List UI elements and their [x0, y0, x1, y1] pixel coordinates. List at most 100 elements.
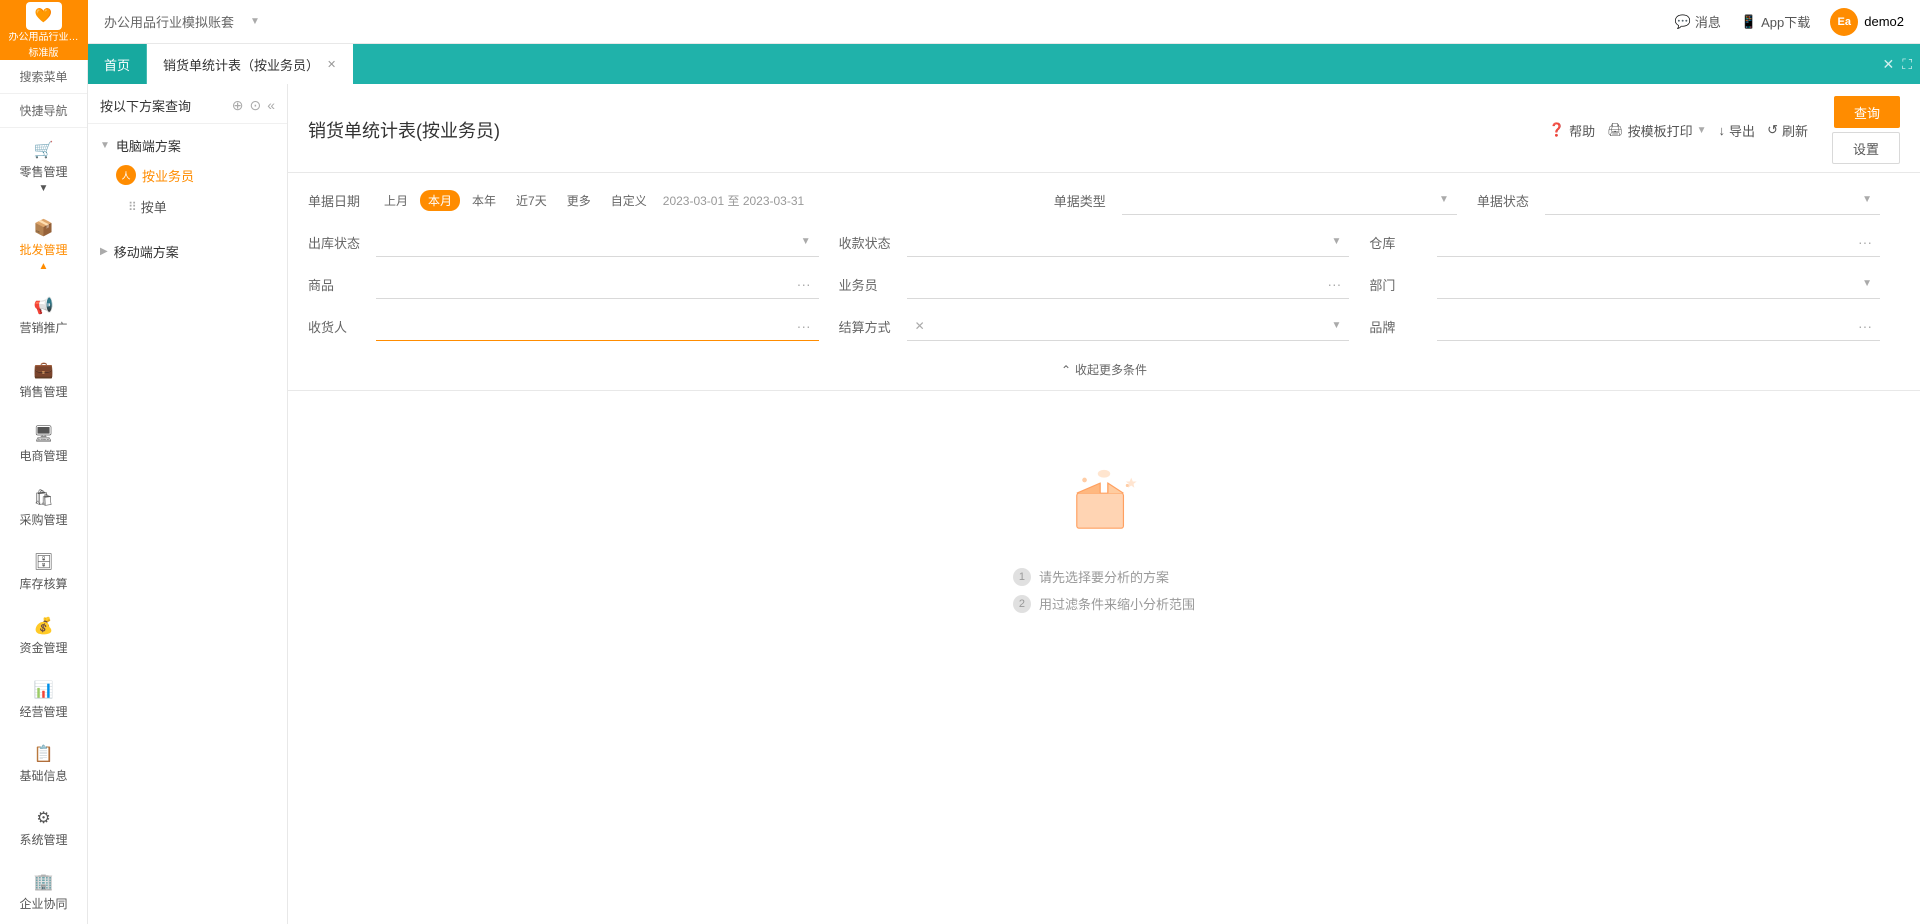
goods-input[interactable]: ··· [376, 269, 819, 299]
sidebar-item-corp[interactable]: 🏢 企业协同 [0, 860, 87, 924]
left-panel: 按以下方案查询 ⊕ ⊙ « ▼ 电脑端方案 人 按业务员 ⠿ 按单 [88, 84, 288, 924]
system-icon: ⚙ [36, 808, 50, 828]
print-label: 按模板打印 [1628, 121, 1693, 140]
tab-sales-stat[interactable]: 销货单统计表（按业务员） ✕ [147, 44, 353, 84]
filter-btns: 查询 设置 [1820, 96, 1900, 164]
refresh-label: 刷新 [1782, 121, 1808, 140]
filter-row-3: 商品 ··· 业务员 ··· 部门 ▼ [308, 269, 1900, 299]
sidebar-item-sales[interactable]: 💼 销售管理 [0, 348, 87, 412]
logo-sub: 标准版 [29, 44, 59, 59]
logo-text: 办公用品行业模拟账套 [9, 32, 79, 44]
content-area: 1 请先选择要分析的方案 2 用过滤条件来缩小分析范围 [288, 391, 1920, 924]
receiver-label: 收货人 [308, 317, 368, 336]
warehouse-dots-icon: ··· [1858, 234, 1872, 250]
sidebar-item-retail[interactable]: 🛒 零售管理 ▼ [0, 128, 87, 206]
settlement-input[interactable]: ✕ ▼ [907, 311, 1350, 341]
filter-row-1: 单据日期 上月 本月 本年 近7天 更多 自定义 2023-03-01 至 20… [308, 185, 1900, 215]
purchase-icon: 🛍 [33, 488, 53, 508]
receiptstatus-arrow-icon: ▼ [1331, 236, 1341, 247]
scheme-group-desktop-title[interactable]: ▼ 电脑端方案 [88, 132, 287, 159]
brand-input[interactable]: ··· [1437, 311, 1880, 341]
topbar-app-btn[interactable]: 📱 App下载 [1741, 12, 1810, 31]
add-scheme-icon[interactable]: ⊕ [232, 97, 244, 114]
breadcrumb-arrow: ▼ [250, 16, 260, 27]
scheme-group-mobile-title[interactable]: ▶ 移动端方案 [88, 238, 287, 265]
settings-button[interactable]: 设置 [1832, 132, 1900, 164]
settings-scheme-icon[interactable]: ⊙ [249, 97, 261, 114]
print-icon: 🖨 [1607, 122, 1624, 138]
page-header-actions: ❓ 帮助 🖨 按模板打印 ▼ ↓ 导出 ↺ 刷新 [1549, 96, 1900, 164]
page-content: 按以下方案查询 ⊕ ⊙ « ▼ 电脑端方案 人 按业务员 ⠿ 按单 [88, 84, 1920, 924]
date-tab-lastmonth[interactable]: 上月 [376, 190, 416, 211]
tip-num-2: 2 [1013, 595, 1031, 613]
page-header: 销货单统计表(按业务员) ❓ 帮助 🖨 按模板打印 ▼ ↓ 导出 [288, 84, 1920, 173]
query-button[interactable]: 查询 [1834, 96, 1900, 128]
expand-window-icon[interactable]: ⛶ [1902, 56, 1912, 73]
date-tab-thismonth[interactable]: 本月 [420, 190, 460, 211]
print-btn[interactable]: 🖨 按模板打印 ▼ [1607, 121, 1706, 140]
tabbar-actions: ✕ ⛶ [1882, 56, 1920, 73]
home-tab-label: 首页 [104, 55, 130, 74]
date-filter: 上月 本月 本年 近7天 更多 自定义 2023-03-01 至 2023-03… [376, 190, 804, 211]
sidebar-item-inventory[interactable]: 🗄 库存核算 [0, 540, 87, 604]
salesperson-input[interactable]: ··· [907, 269, 1350, 299]
date-tab-thisyear[interactable]: 本年 [464, 190, 504, 211]
dept-input[interactable]: ▼ [1437, 269, 1880, 299]
sidebar-search[interactable]: 搜索菜单 [0, 60, 87, 94]
collapse-label: 收起更多条件 [1075, 361, 1147, 378]
filter-item-outstatus: 出库状态 ▼ [308, 227, 839, 257]
refresh-btn[interactable]: ↺ 刷新 [1767, 121, 1808, 140]
collapse-button[interactable]: ⌃ 收起更多条件 [1061, 361, 1147, 378]
sidebar-item-purchase[interactable]: 🛍 采购管理 [0, 476, 87, 540]
receiptstatus-label: 收款状态 [839, 233, 899, 252]
help-btn[interactable]: ❓ 帮助 [1549, 121, 1595, 140]
scheme-item-salesperson[interactable]: 人 按业务员 [88, 159, 287, 191]
receiver-input[interactable]: ··· [376, 311, 819, 341]
sidebar-item-marketing[interactable]: 📢 营销推广 [0, 284, 87, 348]
sidebar-item-ops[interactable]: 📊 经营管理 [0, 668, 87, 732]
sidebar-item-finance[interactable]: 💰 资金管理 [0, 604, 87, 668]
date-tab-7days[interactable]: 近7天 [508, 190, 555, 211]
topbar-user[interactable]: Ea demo2 [1830, 8, 1904, 36]
print-arrow-icon: ▼ [1697, 125, 1707, 136]
left-panel-header: 按以下方案查询 ⊕ ⊙ « [88, 96, 287, 124]
settlement-clear-icon[interactable]: ✕ [915, 319, 925, 333]
scheme-item-order[interactable]: ⠿ 按单 [88, 191, 287, 222]
date-tab-custom[interactable]: 自定义 [603, 190, 655, 211]
empty-tips: 1 请先选择要分析的方案 2 用过滤条件来缩小分析范围 [1013, 567, 1195, 613]
date-range-value: 2023-03-01 至 2023-03-31 [663, 192, 804, 209]
warehouse-label: 仓库 [1369, 233, 1429, 252]
main-area: 办公用品行业模拟账套 ▼ 💬 消息 📱 App下载 Ea demo2 首页 [88, 0, 1920, 924]
doctype-input[interactable]: ▼ [1122, 185, 1457, 215]
doctype-arrow-icon: ▼ [1439, 194, 1449, 205]
collapse-panel-icon[interactable]: « [267, 97, 275, 114]
close-window-icon[interactable]: ✕ [1882, 56, 1894, 73]
sidebar-item-basic[interactable]: 📋 基础信息 [0, 732, 87, 796]
chevron-down-icon: ▼ [39, 183, 49, 194]
sidebar-item-ecom[interactable]: 🖥 电商管理 [0, 412, 87, 476]
date-tab-more[interactable]: 更多 [559, 190, 599, 211]
export-btn[interactable]: ↓ 导出 [1719, 121, 1756, 140]
help-label: 帮助 [1569, 121, 1595, 140]
topbar-msg-btn[interactable]: 💬 消息 [1675, 12, 1721, 31]
outstatus-input[interactable]: ▼ [376, 227, 819, 257]
ecom-icon: 🖥 [33, 424, 53, 444]
sidebar-nav: 🛒 零售管理 ▼ 📦 批发管理 ▲ 📢 营销推广 💼 销售管理 🖥 电商管理 🛍… [0, 128, 87, 924]
sidebar-item-system[interactable]: ⚙ 系统管理 [0, 796, 87, 860]
scheme-item-label: 按单 [141, 197, 167, 216]
sidebar-item-label: 营销推广 [19, 319, 67, 336]
dept-label: 部门 [1369, 275, 1429, 294]
tab-close-icon[interactable]: ✕ [327, 58, 336, 71]
tip-text-2: 用过滤条件来缩小分析范围 [1039, 594, 1195, 613]
retail-icon: 🛒 [34, 140, 54, 160]
date-label: 单据日期 [308, 191, 368, 210]
docstatus-arrow-icon: ▼ [1862, 194, 1872, 205]
receiptstatus-input[interactable]: ▼ [907, 227, 1350, 257]
warehouse-input[interactable]: ··· [1437, 227, 1880, 257]
sidebar-quicknav[interactable]: 快捷导航 [0, 94, 87, 128]
goods-dots-icon: ··· [797, 276, 811, 292]
tab-home[interactable]: 首页 [88, 44, 147, 84]
topbar-right: 💬 消息 📱 App下载 Ea demo2 [1675, 8, 1904, 36]
sidebar-item-wholesale[interactable]: 📦 批发管理 ▲ [0, 206, 87, 284]
docstatus-input[interactable]: ▼ [1545, 185, 1880, 215]
